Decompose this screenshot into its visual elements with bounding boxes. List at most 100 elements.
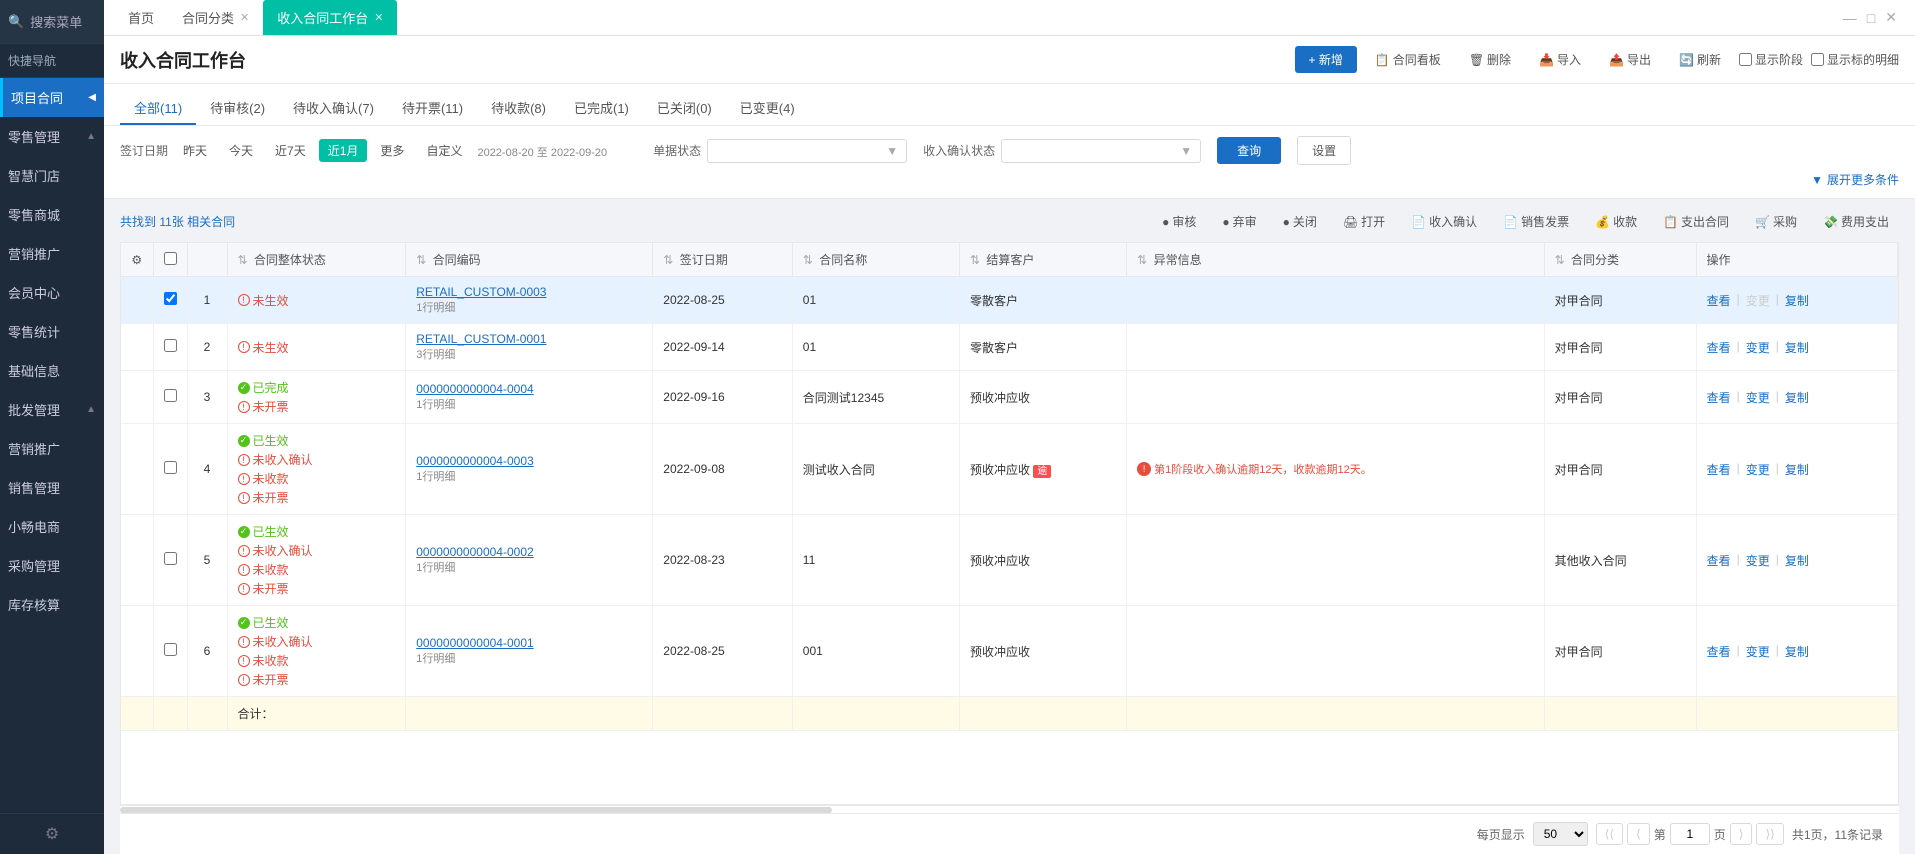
sidebar-item-stock[interactable]: 库存核算 (0, 585, 104, 624)
date-btn-last7[interactable]: 近7天 (266, 139, 315, 162)
delete-button[interactable]: 🗑 删除 (1459, 47, 1521, 72)
income-confirm-button[interactable]: 📄 收入确认 (1401, 209, 1487, 234)
sidebar-quick-nav[interactable]: 快捷导航 (0, 44, 104, 78)
date-btn-more[interactable]: 更多 (371, 139, 413, 162)
change-link[interactable]: 变更 (1746, 552, 1770, 569)
tab-contract-category[interactable]: 合同分类 ✕ (168, 0, 263, 35)
row-checkbox[interactable] (153, 324, 187, 371)
close-button[interactable]: ✕ (1885, 9, 1897, 26)
income-confirm-select[interactable]: ▼ (1001, 139, 1201, 163)
copy-link[interactable]: 复制 (1785, 552, 1809, 569)
abandon-button[interactable]: ● 弃审 (1212, 209, 1266, 234)
expense-button[interactable]: 💸 费用支出 (1813, 209, 1899, 234)
sub-tab-closed[interactable]: 已关闭(0) (643, 92, 726, 125)
maximize-button[interactable]: □ (1867, 10, 1875, 26)
tab-income-workbench-close[interactable]: ✕ (374, 11, 383, 24)
next-page-button[interactable]: ⟩ (1730, 823, 1753, 845)
sub-tab-pending-invoice[interactable]: 待开票(11) (388, 92, 477, 125)
sidebar-item-project[interactable]: 项目合同 ◀ (0, 78, 104, 117)
copy-link[interactable]: 复制 (1785, 292, 1809, 309)
contract-code-link[interactable]: 0000000000004-0002 (416, 545, 642, 559)
col-abnormal-info[interactable]: ⇅ 异常信息 (1127, 243, 1544, 277)
export-button[interactable]: 📤 导出 (1599, 47, 1661, 72)
date-btn-last1month[interactable]: 近1月 (319, 139, 368, 162)
contract-code-link[interactable]: RETAIL_CUSTOM-0003 (416, 285, 642, 299)
select-all-checkbox[interactable] (164, 252, 177, 265)
row-checkbox[interactable] (153, 606, 187, 697)
query-button[interactable]: 查询 (1217, 137, 1281, 164)
col-checkbox[interactable] (153, 243, 187, 277)
audit-button[interactable]: ● 审核 (1152, 209, 1206, 234)
sidebar-item-base-info[interactable]: 基础信息 (0, 351, 104, 390)
sidebar-item-retail-mgmt[interactable]: 零售管理 (0, 117, 104, 156)
tab-contract-category-close[interactable]: ✕ (240, 11, 249, 24)
page-number-input[interactable] (1670, 823, 1710, 845)
sidebar-item-xiaochange[interactable]: 小畅电商 (0, 507, 104, 546)
tab-income-workbench[interactable]: 收入合同工作台 ✕ (263, 0, 397, 35)
contract-code-link[interactable]: 0000000000004-0003 (416, 454, 642, 468)
change-link[interactable]: 变更 (1746, 339, 1770, 356)
sales-invoice-button[interactable]: 📄 销售发票 (1493, 209, 1579, 234)
contract-code-link[interactable]: 0000000000004-0001 (416, 636, 642, 650)
show-detail-input[interactable] (1811, 53, 1824, 66)
close-btn[interactable]: ● 关闭 (1273, 209, 1327, 234)
show-segment-input[interactable] (1739, 53, 1752, 66)
purchase-button[interactable]: 🛒 采购 (1745, 209, 1807, 234)
col-settlement-customer[interactable]: ⇅ 结算客户 (960, 243, 1127, 277)
sidebar-item-purchase[interactable]: 采购管理 (0, 546, 104, 585)
change-link[interactable]: 变更 (1746, 643, 1770, 660)
col-contract-status[interactable]: ⇅ 合同整体状态 (227, 243, 406, 277)
change-link[interactable]: 变更 (1746, 389, 1770, 406)
col-contract-name[interactable]: ⇅ 合同名称 (792, 243, 959, 277)
payment-contract-button[interactable]: 📋 支出合同 (1653, 209, 1739, 234)
sidebar-item-retail-mall[interactable]: 零售商城 (0, 195, 104, 234)
sub-tab-changed[interactable]: 已变更(4) (726, 92, 809, 125)
sidebar-item-mkt-promo[interactable]: 营销推广 (0, 429, 104, 468)
contract-code-link[interactable]: RETAIL_CUSTOM-0001 (416, 332, 642, 346)
view-link[interactable]: 查看 (1707, 292, 1731, 309)
sub-tab-all[interactable]: 全部(11) (120, 92, 196, 125)
col-contract-code[interactable]: ⇅ 合同编码 (406, 243, 653, 277)
sidebar-item-smart-store[interactable]: 智慧门店 (0, 156, 104, 195)
print-button[interactable]: 🖨 打开 (1333, 209, 1395, 234)
sidebar-item-retail-stats[interactable]: 零售统计 (0, 312, 104, 351)
copy-link[interactable]: 复制 (1785, 643, 1809, 660)
sub-tab-pending-audit[interactable]: 待审核(2) (196, 92, 279, 125)
row-checkbox[interactable] (153, 371, 187, 424)
expand-more-button[interactable]: ▼ 展开更多条件 (1811, 171, 1899, 188)
settings-button[interactable]: 设置 (1297, 136, 1351, 165)
view-link[interactable]: 查看 (1707, 461, 1731, 478)
date-btn-custom[interactable]: 自定义 (417, 139, 471, 162)
first-page-button[interactable]: ⟨⟨ (1596, 823, 1623, 845)
col-settings[interactable]: ⚙ (121, 243, 153, 277)
doc-status-select[interactable]: ▼ (707, 139, 907, 163)
copy-link[interactable]: 复制 (1785, 389, 1809, 406)
view-link[interactable]: 查看 (1707, 339, 1731, 356)
date-btn-yesterday[interactable]: 昨天 (174, 139, 216, 162)
sidebar-item-member[interactable]: 会员中心 (0, 273, 104, 312)
refresh-button[interactable]: 🔄 刷新 (1669, 47, 1731, 72)
sidebar-search[interactable]: 🔍 搜索菜单 (0, 0, 104, 44)
new-button[interactable]: + 新增 (1295, 46, 1357, 73)
sub-tab-pending-confirm[interactable]: 待收入确认(7) (279, 92, 388, 125)
last-page-button[interactable]: ⟩⟩ (1756, 823, 1783, 845)
page-size-select[interactable]: 50 20 100 (1533, 822, 1588, 846)
contract-code-link[interactable]: 0000000000004-0004 (416, 382, 642, 396)
change-link[interactable]: 变更 (1746, 461, 1770, 478)
col-sign-date[interactable]: ⇅ 签订日期 (653, 243, 793, 277)
sidebar-item-wholesale[interactable]: 批发管理 (0, 390, 104, 429)
sub-tab-done[interactable]: 已完成(1) (560, 92, 643, 125)
copy-link[interactable]: 复制 (1785, 461, 1809, 478)
sidebar-item-marketing[interactable]: 营销推广 (0, 234, 104, 273)
row-checkbox[interactable] (153, 515, 187, 606)
collection-button[interactable]: 💰 收款 (1585, 209, 1647, 234)
prev-page-button[interactable]: ⟨ (1627, 823, 1650, 845)
row-checkbox[interactable] (153, 277, 187, 324)
show-segment-checkbox[interactable]: 显示阶段 (1739, 51, 1803, 68)
tab-home[interactable]: 首页 (114, 0, 168, 35)
row-checkbox[interactable] (153, 424, 187, 515)
sub-tab-pending-payment[interactable]: 待收款(8) (477, 92, 560, 125)
view-link[interactable]: 查看 (1707, 552, 1731, 569)
show-detail-checkbox[interactable]: 显示标的明细 (1811, 51, 1899, 68)
col-contract-category[interactable]: ⇅ 合同分类 (1544, 243, 1696, 277)
